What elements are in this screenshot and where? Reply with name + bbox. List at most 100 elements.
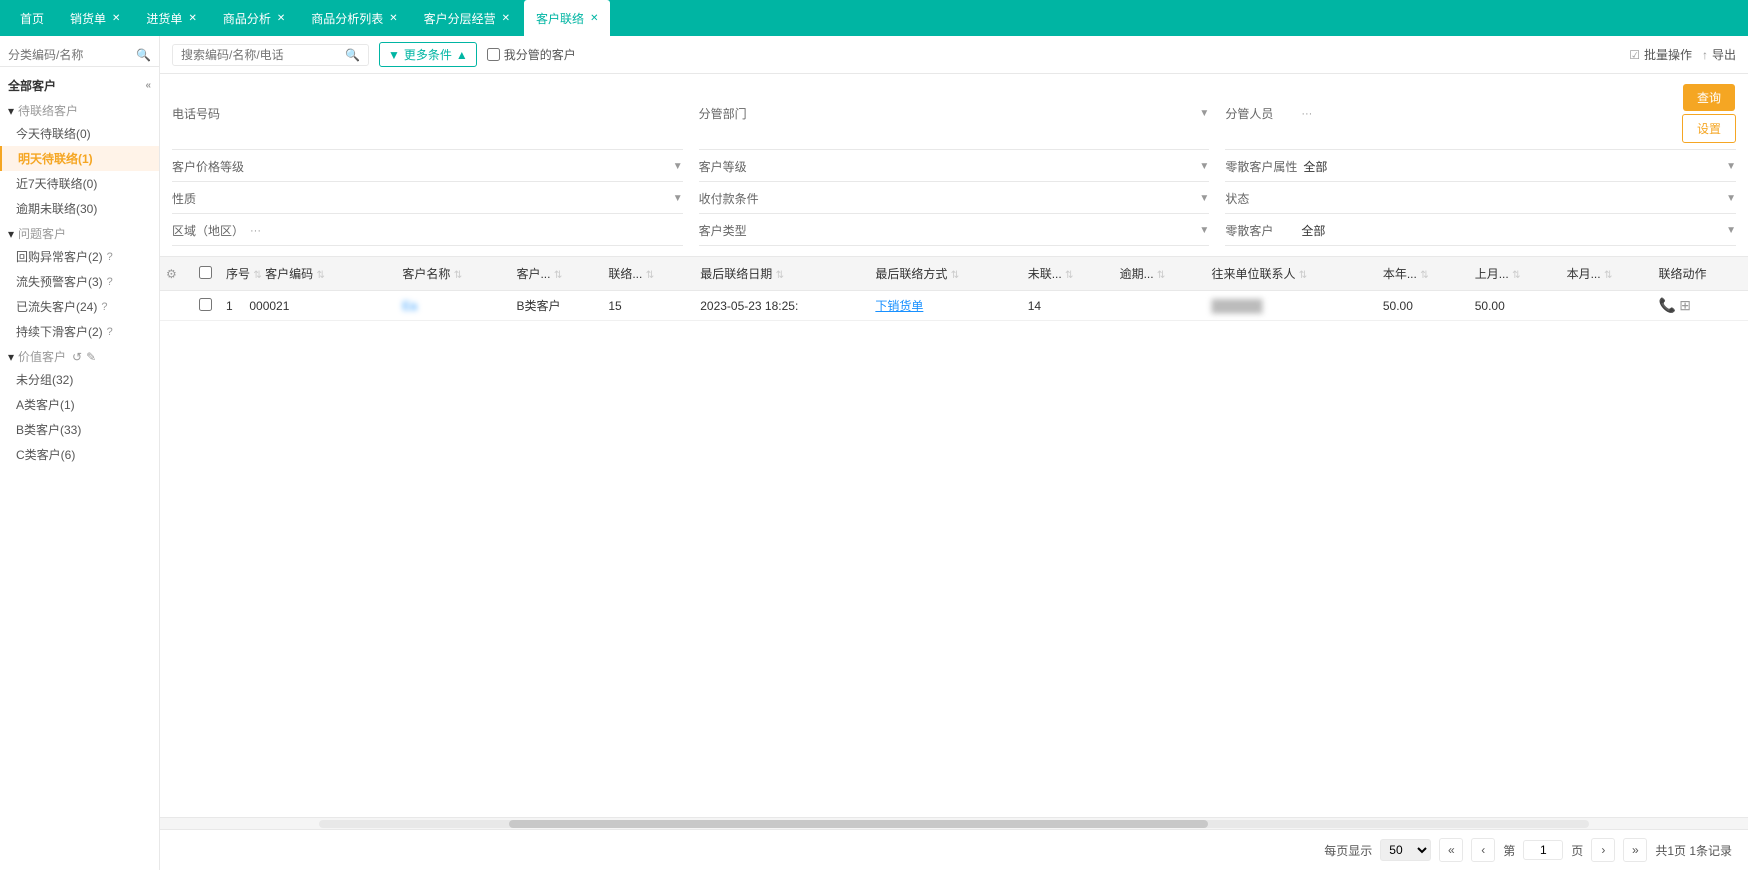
filter-retail-customer-dropdown[interactable]: 全部 ▼	[1301, 222, 1736, 239]
page-input[interactable]	[1523, 840, 1563, 860]
select-all-checkbox[interactable]	[199, 266, 212, 279]
cell-overdue	[1114, 291, 1206, 321]
my-customer-checkbox-area[interactable]: 我分管的客户	[487, 46, 576, 63]
filter-retail-attr-dropdown[interactable]: 全部 ▼	[1303, 158, 1736, 175]
horizontal-scrollbar[interactable]	[160, 817, 1748, 829]
search-icon[interactable]: 🔍	[136, 48, 151, 62]
nav-home[interactable]: 首页	[8, 0, 56, 36]
filter-payment-terms: 收付款条件 ▼	[699, 190, 1210, 214]
sidebar-item-tomorrow-contact[interactable]: 明天待联络(1)	[0, 146, 159, 171]
col-contact-count[interactable]: 联络... ⇅	[602, 257, 694, 291]
filter-customer-type: 客户类型 ▼	[699, 222, 1210, 246]
next-page-button[interactable]: ›	[1591, 838, 1615, 862]
col-last-contact-method[interactable]: 最后联络方式 ⇅	[869, 257, 1021, 291]
sidebar-item-7days-contact[interactable]: 近7天待联络(0)	[0, 171, 159, 196]
nav-customer-contact[interactable]: 客户联络 ✕	[524, 0, 610, 36]
filter-region-more[interactable]: ···	[250, 225, 261, 237]
close-icon[interactable]: ✕	[502, 13, 510, 24]
col-contact-person[interactable]: 往来单位联系人 ⇅	[1205, 257, 1376, 291]
settings-button[interactable]: 设置	[1682, 114, 1736, 143]
filter-department-dropdown[interactable]: ▼	[775, 108, 1210, 119]
col-this-year[interactable]: 本年... ⇅	[1377, 257, 1469, 291]
my-customer-checkbox[interactable]	[487, 48, 500, 61]
customer-name[interactable]: Ea	[402, 299, 417, 313]
col-code[interactable]: 序号 ⇅ 客户编码 ⇅	[220, 257, 396, 291]
prev-page-button[interactable]: ‹	[1471, 838, 1495, 862]
search-input[interactable]	[181, 48, 341, 62]
all-customers-header[interactable]: 全部客户 «	[0, 73, 159, 98]
per-page-select[interactable]: 50 10 20 100	[1380, 839, 1431, 861]
col-last-month[interactable]: 上月... ⇅	[1469, 257, 1561, 291]
filter-status-dropdown[interactable]: ▼	[1301, 193, 1736, 204]
close-icon[interactable]: ✕	[188, 13, 196, 24]
nav-sales-order[interactable]: 销货单 ✕	[58, 0, 132, 36]
sidebar-item-overdue-contact[interactable]: 逾期未联络(30)	[0, 196, 159, 221]
edit-icon[interactable]: ✎	[86, 350, 96, 364]
nav-purchase-order[interactable]: 进货单 ✕	[134, 0, 208, 36]
cell-last-contact-method[interactable]: 下销货单	[869, 291, 1021, 321]
contact-person-value: ██████	[1211, 299, 1262, 313]
filter-icon: ▼	[388, 48, 400, 62]
first-page-button[interactable]: «	[1439, 838, 1463, 862]
sidebar-item-a-class[interactable]: A类客户(1)	[0, 392, 159, 417]
sidebar-item-ungrouped[interactable]: 未分组(32)	[0, 367, 159, 392]
sidebar-item-churn-warning[interactable]: 流失预警客户(3) ?	[0, 269, 159, 294]
sidebar-item-abnormal-repurchase[interactable]: 回购异常客户(2) ?	[0, 244, 159, 269]
chevron-down-icon: ▼	[1199, 161, 1209, 172]
gear-icon[interactable]: ⚙	[166, 267, 177, 281]
more-action-icon[interactable]: ⊞	[1679, 297, 1691, 313]
nav-product-analysis-list[interactable]: 商品分析列表 ✕	[299, 0, 409, 36]
filter-customer-type-dropdown[interactable]: ▼	[775, 225, 1210, 236]
cell-this-month	[1561, 291, 1653, 321]
sidebar-item-churned[interactable]: 已流失客户(24) ?	[0, 294, 159, 319]
contact-method-link[interactable]: 下销货单	[875, 299, 923, 313]
refresh-icon[interactable]: ↺	[72, 350, 82, 364]
sidebar-item-c-class[interactable]: C类客户(6)	[0, 442, 159, 467]
batch-op-button[interactable]: ☑ 批量操作	[1629, 46, 1692, 63]
chevron-down-icon: ▼	[1726, 193, 1736, 204]
filter-payment-terms-dropdown[interactable]: ▼	[775, 193, 1210, 204]
nav-product-analysis[interactable]: 商品分析 ✕	[211, 0, 297, 36]
col-overdue[interactable]: 逾期... ⇅	[1114, 257, 1206, 291]
sidebar-item-declining[interactable]: 持续下滑客户(2) ?	[0, 319, 159, 344]
filter-customer-grade-dropdown[interactable]: ▼	[775, 161, 1210, 172]
nav-customer-tier[interactable]: 客户分层经营 ✕	[412, 0, 522, 36]
row-checkbox[interactable]	[199, 298, 212, 311]
more-filter-button[interactable]: ▼ 更多条件 ▲	[379, 42, 477, 67]
filter-price-grade: 客户价格等级 ▼	[172, 158, 683, 182]
close-icon[interactable]: ✕	[389, 13, 397, 24]
filter-price-grade-dropdown[interactable]: ▼	[250, 161, 683, 172]
filter-nature-dropdown[interactable]: ▼	[248, 193, 683, 204]
filter-manager-more[interactable]: ···	[1301, 108, 1312, 120]
sidebar-item-b-class[interactable]: B类客户(33)	[0, 417, 159, 442]
filter-region: 区域（地区） ···	[172, 222, 683, 246]
sidebar-search-input[interactable]	[8, 48, 136, 62]
cell-seq-code: 1 000021	[220, 291, 396, 321]
last-page-button[interactable]: »	[1623, 838, 1647, 862]
query-button[interactable]: 查询	[1683, 84, 1735, 111]
cell-action[interactable]: 📞 ⊞	[1652, 291, 1748, 321]
col-type[interactable]: 客户... ⇅	[510, 257, 602, 291]
col-name[interactable]: 客户名称 ⇅	[396, 257, 510, 291]
pagination: 每页显示 50 10 20 100 « ‹ 第 页 › » 共1页 1条记录	[160, 829, 1748, 870]
sort-icon: ⇅	[646, 270, 654, 281]
filter-phone: 电话号码	[172, 84, 683, 150]
col-last-contact-date[interactable]: 最后联络日期 ⇅	[694, 257, 869, 291]
col-gear[interactable]: ⚙	[160, 257, 190, 291]
search-icon[interactable]: 🔍	[345, 48, 360, 62]
col-checkbox[interactable]	[190, 257, 220, 291]
phone-icon[interactable]: 📞	[1658, 297, 1675, 313]
close-icon[interactable]: ✕	[277, 13, 285, 24]
filter-nature: 性质 ▼	[172, 190, 683, 214]
cell-name[interactable]: Ea	[396, 291, 510, 321]
col-uncontacted[interactable]: 未联... ⇅	[1022, 257, 1114, 291]
close-icon[interactable]: ✕	[112, 13, 120, 24]
sidebar-item-today-contact[interactable]: 今天待联络(0)	[0, 121, 159, 146]
chevron-down-icon: ▼	[1726, 225, 1736, 236]
filter-status: 状态 ▼	[1225, 190, 1736, 214]
export-button[interactable]: ↑ 导出	[1702, 46, 1736, 63]
col-this-month[interactable]: 本月... ⇅	[1561, 257, 1653, 291]
cell-checkbox[interactable]	[190, 291, 220, 321]
close-icon[interactable]: ✕	[590, 13, 598, 24]
export-icon: ↑	[1702, 48, 1708, 62]
